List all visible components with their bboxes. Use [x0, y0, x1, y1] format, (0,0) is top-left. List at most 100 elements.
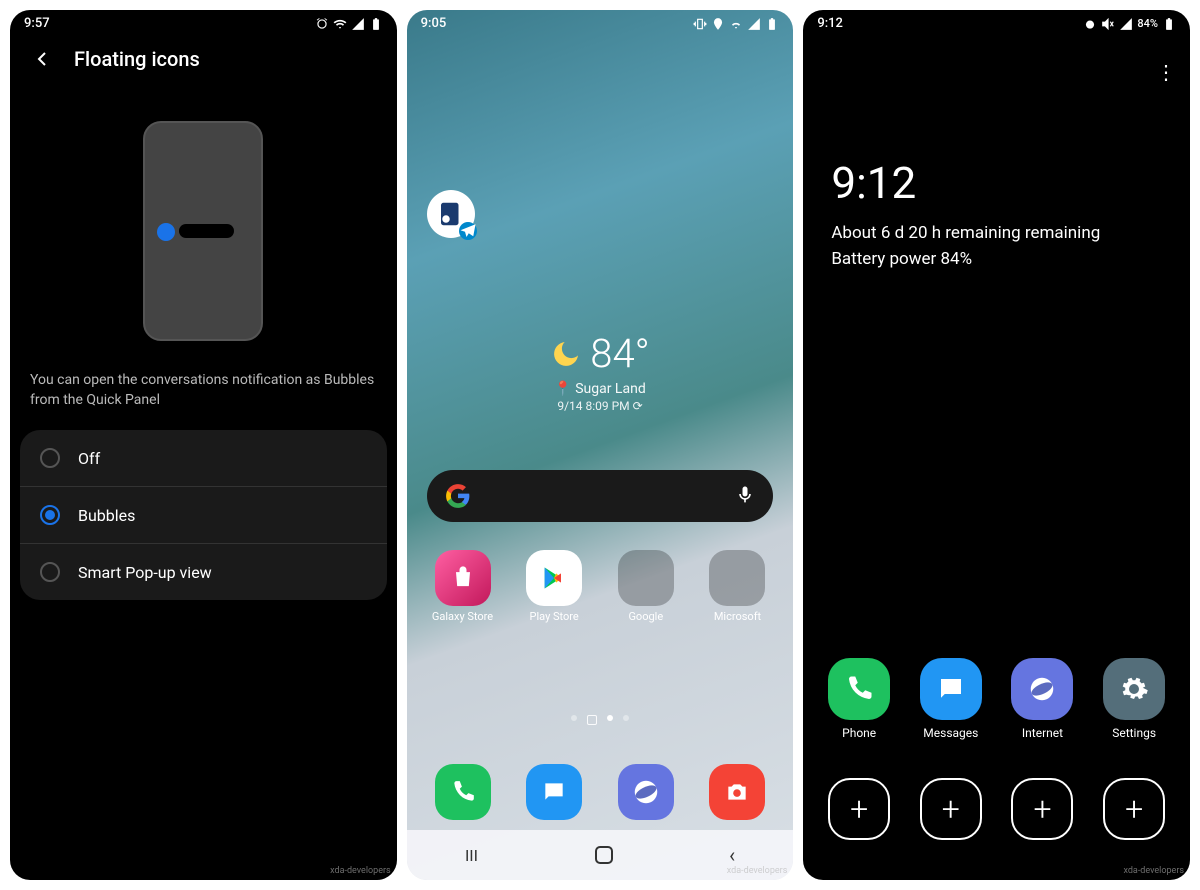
panel-floating-icons-settings: 9:57 Floating icons You can open the con… [10, 10, 397, 880]
description-text: You can open the conversations notificat… [10, 371, 397, 430]
quick-internet[interactable]: Internet [1011, 658, 1073, 740]
messages-icon [920, 658, 982, 720]
dock-phone[interactable] [423, 764, 503, 820]
battery-power-text: Battery power 84% [831, 247, 1162, 273]
pill-graphic [179, 224, 234, 238]
app-galaxy-store[interactable]: Galaxy Store [423, 550, 503, 623]
floating-bubble[interactable] [427, 190, 475, 238]
quick-messages[interactable]: Messages [920, 658, 982, 740]
wifi-icon [729, 17, 743, 31]
radio-icon [40, 505, 60, 525]
status-icons [315, 17, 383, 31]
bubble-graphic [157, 223, 175, 241]
status-bar: 9:57 [10, 10, 397, 37]
panel-homescreen[interactable]: 9:05 84° 📍 Sugar Land 9/14 8:09 PM ⟳ [407, 10, 794, 880]
google-search-bar[interactable] [427, 470, 774, 522]
watermark: xda-developers [727, 866, 788, 876]
add-app-slot[interactable]: + [828, 778, 890, 840]
add-app-slot[interactable]: + [1103, 778, 1165, 840]
mute-icon [1101, 17, 1115, 31]
dot [607, 715, 613, 721]
battery-remaining-text: About 6 d 20 h remaining remaining [831, 221, 1162, 247]
weather-widget[interactable]: 84° 📍 Sugar Land 9/14 8:09 PM ⟳ [407, 330, 794, 413]
options-list: Off Bubbles Smart Pop-up view [20, 430, 387, 600]
status-time: 9:57 [24, 16, 50, 31]
signal-icon [351, 17, 365, 31]
signal-icon [747, 17, 761, 31]
status-icons: 84% [1083, 17, 1176, 31]
option-bubbles[interactable]: Bubbles [20, 487, 387, 544]
folder-microsoft[interactable]: Microsoft [697, 550, 777, 623]
phone-icon [828, 658, 890, 720]
option-off[interactable]: Off [20, 430, 387, 487]
screenshot-triptych: 9:57 Floating icons You can open the con… [0, 0, 1200, 890]
radio-icon [40, 562, 60, 582]
folder-google[interactable]: Google [606, 550, 686, 623]
status-bar: 9:12 84% [803, 10, 1190, 37]
messages-icon [526, 764, 582, 820]
option-label: Bubbles [78, 506, 135, 525]
home-dot-icon [587, 715, 597, 725]
folder-icon [709, 550, 765, 606]
vibrate-icon [693, 17, 707, 31]
signal-icon [1119, 17, 1133, 31]
nav-recents-icon[interactable]: III [465, 846, 478, 865]
nav-home-icon[interactable] [595, 846, 613, 864]
illustration [10, 91, 397, 371]
status-time: 9:05 [421, 16, 447, 31]
dock-messages[interactable] [514, 764, 594, 820]
app-play-store[interactable]: Play Store [514, 550, 594, 623]
dock-internet[interactable] [606, 764, 686, 820]
galaxy-store-icon [435, 550, 491, 606]
option-label: Smart Pop-up view [78, 563, 212, 582]
telegram-badge-icon [459, 222, 477, 240]
clock-widget: 9:12 [803, 37, 1190, 209]
nav-back-icon[interactable]: ‹ [729, 843, 735, 867]
back-icon[interactable] [30, 47, 54, 71]
page-title: Floating icons [74, 47, 200, 71]
dot [571, 715, 577, 721]
dot [623, 715, 629, 721]
internet-icon [618, 764, 674, 820]
dock [407, 764, 794, 820]
quick-settings[interactable]: Settings [1103, 658, 1165, 740]
google-icon [445, 483, 471, 509]
alarm-icon [315, 17, 329, 31]
battery-info: About 6 d 20 h remaining remaining Batte… [803, 209, 1190, 272]
page-indicator[interactable] [407, 715, 794, 725]
watermark: xda-developers [1123, 866, 1184, 876]
battery-icon [369, 17, 383, 31]
dock-camera[interactable] [697, 764, 777, 820]
location-icon [711, 17, 725, 31]
wifi-icon [333, 17, 347, 31]
settings-icon [1103, 658, 1165, 720]
battery-icon [1162, 17, 1176, 31]
battery-percent: 84% [1137, 17, 1158, 30]
homescreen-apps-row: Galaxy Store Play Store Google [407, 550, 794, 623]
play-store-icon [526, 550, 582, 606]
phone-icon [435, 764, 491, 820]
status-time: 9:12 [817, 16, 843, 31]
quick-phone[interactable]: Phone [828, 658, 890, 740]
folder-icon [618, 550, 674, 606]
moon-icon [550, 338, 582, 370]
option-label: Off [78, 449, 100, 468]
overflow-menu-icon[interactable]: ⋮ [1156, 60, 1174, 84]
alarm-icon [1083, 17, 1097, 31]
panel-battery-widget: 9:12 84% ⋮ 9:12 About 6 d 20 h remaining… [803, 10, 1190, 880]
quick-apps-row: Phone Messages Internet Settings [803, 658, 1190, 740]
add-app-slot[interactable]: + [1011, 778, 1073, 840]
datetime-text: 9/14 8:09 PM ⟳ [407, 399, 794, 413]
battery-icon [765, 17, 779, 31]
location-text: 📍 Sugar Land [407, 381, 794, 397]
watermark: xda-developers [330, 866, 391, 876]
status-bar: 9:05 [407, 10, 794, 37]
add-app-slot[interactable]: + [920, 778, 982, 840]
mic-icon[interactable] [735, 484, 755, 508]
camera-icon [709, 764, 765, 820]
phone-outline-graphic [143, 121, 263, 341]
status-icons [693, 17, 779, 31]
internet-icon [1011, 658, 1073, 720]
temperature: 84° [590, 330, 650, 377]
option-smart-popup[interactable]: Smart Pop-up view [20, 544, 387, 600]
